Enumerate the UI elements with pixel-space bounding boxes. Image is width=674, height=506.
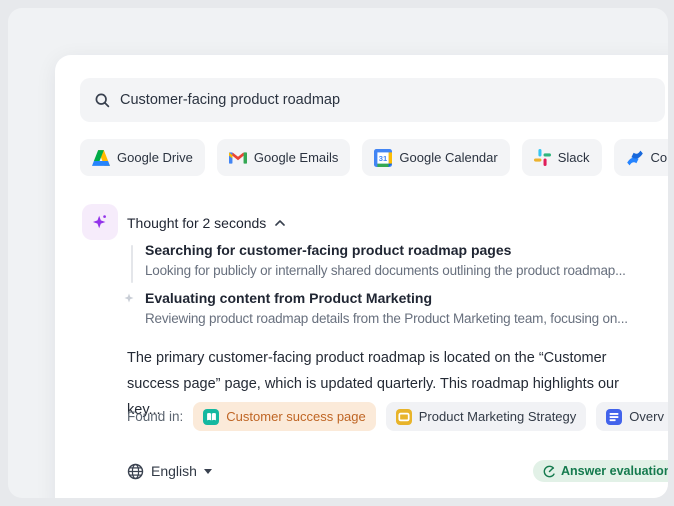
found-in-chip-customer-success-page[interactable]: Customer success page <box>193 402 375 431</box>
thought-step-description: Looking for publicly or internally share… <box>145 263 626 278</box>
search-result-card: Customer-facing product roadmap Google D… <box>55 55 668 498</box>
document-icon <box>606 409 622 425</box>
connector-label: Google Drive <box>117 150 193 165</box>
search-icon <box>94 92 111 109</box>
answer-evaluation-badge[interactable]: Answer evaluation <box>533 460 668 482</box>
source-label: Overview <box>629 409 668 424</box>
app-backdrop: Customer-facing product roadmap Google D… <box>8 8 668 498</box>
chevron-up-icon <box>275 220 285 226</box>
connector-chip-confluence[interactable]: Confluence <box>614 139 668 176</box>
connector-label: Google Calendar <box>399 150 497 165</box>
connector-chips-row: Google Drive Google Emails <box>80 139 668 176</box>
connector-chip-google-calendar[interactable]: 31 Google Calendar <box>362 139 509 176</box>
found-in-row: Found in: Customer success page Product … <box>127 402 668 431</box>
ai-avatar <box>82 204 118 240</box>
confluence-icon <box>626 149 644 167</box>
connector-label: Google Emails <box>254 150 339 165</box>
gauge-icon <box>543 465 556 478</box>
connector-chip-google-emails[interactable]: Google Emails <box>217 139 351 176</box>
language-label: English <box>151 463 197 479</box>
card-icon <box>396 409 412 425</box>
gmail-icon <box>229 151 247 165</box>
search-input[interactable]: Customer-facing product roadmap <box>80 78 665 122</box>
language-selector[interactable]: English <box>127 459 212 483</box>
source-label: Product Marketing Strategy <box>419 409 577 424</box>
sparkle-icon <box>90 212 110 232</box>
thought-step-diamond-icon <box>124 293 134 303</box>
svg-text:31: 31 <box>379 153 388 162</box>
found-in-chip-partial[interactable] <box>664 402 668 431</box>
google-drive-icon <box>92 150 110 166</box>
google-calendar-icon: 31 <box>374 149 392 167</box>
book-icon <box>203 409 219 425</box>
connector-label: Slack <box>558 150 590 165</box>
connector-chip-slack[interactable]: Slack <box>522 139 602 176</box>
thought-summary-label: Thought for 2 seconds <box>127 215 266 231</box>
connector-chip-google-drive[interactable]: Google Drive <box>80 139 205 176</box>
source-label: Customer success page <box>226 409 365 424</box>
thought-summary-toggle[interactable]: Thought for 2 seconds <box>127 212 285 234</box>
caret-down-icon <box>204 469 212 474</box>
found-in-label: Found in: <box>127 409 183 424</box>
thought-step-description: Reviewing product roadmap details from t… <box>145 311 628 326</box>
thought-step-title: Evaluating content from Product Marketin… <box>145 290 432 306</box>
connector-label: Confluence <box>651 150 668 165</box>
thought-step-title: Searching for customer-facing product ro… <box>145 242 511 258</box>
answer-evaluation-label: Answer evaluation <box>561 464 668 478</box>
globe-icon <box>127 463 144 480</box>
found-in-chip-overview[interactable]: Overview <box>596 402 668 431</box>
slack-icon <box>534 149 551 166</box>
found-in-chip-product-marketing-strategy[interactable]: Product Marketing Strategy <box>386 402 587 431</box>
thought-step-connector-line <box>131 245 133 283</box>
search-query-text: Customer-facing product roadmap <box>120 92 340 108</box>
